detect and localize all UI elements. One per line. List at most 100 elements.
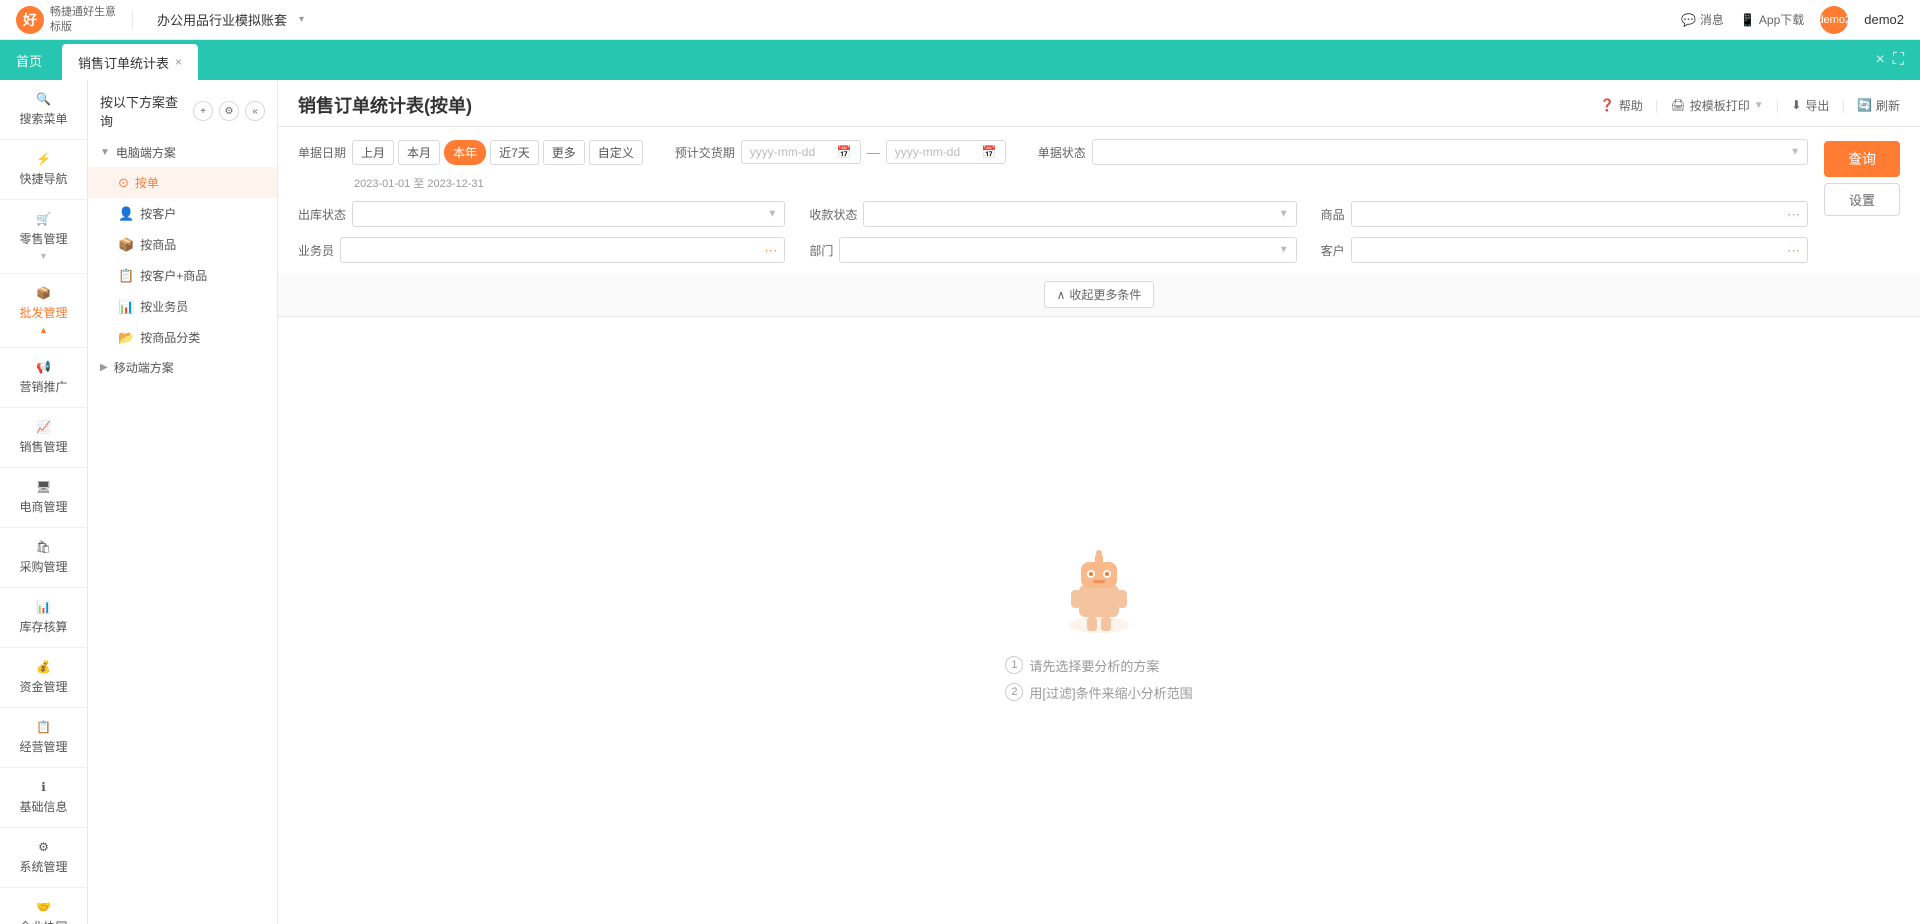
department-select[interactable] [839,237,1296,263]
sales-icon: 📈 [36,420,51,434]
settings-button[interactable]: 设置 [1824,183,1900,216]
mobile-scheme-group: ▶ 移动端方案 [88,353,277,382]
app-dropdown-arrow[interactable]: ▾ [299,14,304,25]
marketing-icon: 📢 [36,360,51,374]
tab-minimize-btn[interactable]: × [1875,51,1884,69]
right-content: 销售订单统计表(按单) ❓ 帮助 | 🖨 按模板打印 ▼ | ⬇ [278,80,1920,924]
delivery-date-start-input[interactable]: yyyy-mm-dd 📅 [741,140,861,164]
purchase-icon: 🛍 [36,540,51,554]
sidebar-item-search[interactable]: 🔍 搜索菜单 [0,80,87,140]
top-filter-bar: 单据日期 上月 本月 本年 近7天 更多 自定义 [278,127,1920,273]
bill-status-select[interactable] [1092,139,1808,165]
panel-collapse-btn[interactable]: « [245,101,265,121]
scheme-settings-btn[interactable]: ⚙ [219,101,239,121]
date-btn-custom[interactable]: 自定义 [589,140,643,165]
sidebar-item-sales[interactable]: 📈 销售管理 [0,408,87,468]
sidebar-item-operation[interactable]: 📋 经营管理 [0,708,87,768]
date-btn-last-month[interactable]: 上月 [352,140,394,165]
mobile-scheme-group-header[interactable]: ▶ 移动端方案 [88,353,277,382]
search-icon: 🔍 [36,92,51,106]
add-scheme-btn[interactable]: + [193,101,213,121]
divider [132,10,133,30]
bill-status-label: 单据状态 [1038,144,1086,161]
message-action[interactable]: 💬 消息 [1681,11,1724,28]
scheme-item-by-order[interactable]: ⊙ 按单 [88,167,277,198]
department-group: 部门 ▼ [809,237,1296,263]
top-bar-right: 💬 消息 📱 App下载 demo2 demo2 [1681,6,1904,34]
date-btn-this-year[interactable]: 本年 [444,140,486,165]
scheme-item-by-customer[interactable]: 👤 按客户 [88,198,277,229]
scheme-item-by-customer-product[interactable]: 📋 按客户+商品 [88,260,277,291]
date-dash: — [867,145,880,160]
sidebar-item-ecommerce[interactable]: 🖥 电商管理 [0,468,87,528]
delivery-status-select[interactable] [352,201,785,227]
ecommerce-icon: 🖥 [36,480,51,494]
app-download-action[interactable]: 📱 App下载 [1740,11,1804,28]
mobile-group-arrow-icon: ▶ [100,362,108,373]
sidebar-item-marketing[interactable]: 📢 营销推广 [0,348,87,408]
empty-tip-2: 2 用[过滤]条件来缩小分析范围 [1005,683,1192,702]
sidebar-item-inventory[interactable]: 📊 库存核算 [0,588,87,648]
finance-icon: 💰 [36,660,51,674]
content-area: 按以下方案查询 + ⚙ « ▼ 电脑端方案 ⊙ 按单 👤 按客户 [88,80,1920,924]
collapse-area: ∧ 收起更多条件 [278,273,1920,317]
customer-label: 客户 [1321,242,1345,259]
mobile-icon: 📱 [1740,13,1755,27]
salesperson-input[interactable] [340,237,785,263]
print-dropdown-icon: ▼ [1754,100,1764,111]
customer-ellipsis-icon[interactable]: ··· [1787,243,1800,258]
scheme-item-by-salesperson[interactable]: 📊 按业务员 [88,291,277,322]
sidebar-item-retail[interactable]: 🛒 零售管理 ▼ [0,200,87,274]
export-action[interactable]: ⬇ 导出 [1791,97,1829,114]
sidebar-item-wholesale[interactable]: 📦 批发管理 ▲ [0,274,87,348]
tab-close-icon[interactable]: × [175,55,182,69]
sidebar-item-basic[interactable]: ℹ 基础信息 [0,768,87,828]
sidebar-item-finance[interactable]: 💰 资金管理 [0,648,87,708]
top-bar: 好 畅捷通好生意 标版 办公用品行业模拟账套 ▾ 💬 消息 📱 App下载 de… [0,0,1920,40]
tab-home[interactable]: 首页 [0,40,58,80]
refresh-action[interactable]: 🔄 刷新 [1857,97,1900,114]
print-action[interactable]: 🖨 按模板打印 ▼ [1671,97,1764,114]
pc-scheme-group-header[interactable]: ▼ 电脑端方案 [88,138,277,167]
sidebar-item-enterprise[interactable]: 🤝 企业协同 [0,888,87,924]
date-btn-last-7days[interactable]: 近7天 [490,140,539,165]
product-group: 商品 ··· [1321,201,1808,227]
customer-input-wrap: ··· [1351,237,1808,263]
print-icon: 🖨 [1671,98,1686,112]
salesperson-group: 业务员 ··· [298,237,785,263]
avatar[interactable]: demo2 [1820,6,1848,34]
bill-status-select-wrap: ▼ [1092,139,1808,165]
product-ellipsis-icon[interactable]: ··· [1787,207,1800,222]
left-filters: 单据日期 上月 本月 本年 近7天 更多 自定义 [298,139,1808,273]
date-btn-this-month[interactable]: 本月 [398,140,440,165]
salesperson-input-wrap: ··· [340,237,785,263]
query-button[interactable]: 查询 [1824,141,1900,177]
quick-nav-icon: ⚡ [36,152,51,166]
customer-input[interactable] [1351,237,1808,263]
help-action[interactable]: ❓ 帮助 [1600,97,1643,114]
sidebar-item-system[interactable]: ⚙ 系统管理 [0,828,87,888]
app-title: 办公用品行业模拟账套 [157,10,287,29]
filter-row-3: 业务员 ··· 部门 [298,237,1808,263]
department-label: 部门 [809,242,833,259]
sidebar: 🔍 搜索菜单 ⚡ 快捷导航 🛒 零售管理 ▼ 📦 批发管理 ▲ 📢 营销推广 📈… [0,80,88,924]
product-input[interactable] [1351,201,1808,227]
empty-state: 1 请先选择要分析的方案 2 用[过滤]条件来缩小分析范围 [278,317,1920,924]
sidebar-item-purchase[interactable]: 🛍 采购管理 [0,528,87,588]
receipt-status-select[interactable] [863,201,1296,227]
salesperson-ellipsis-icon[interactable]: ··· [764,243,777,258]
delivery-date-label: 预计交货期 [675,144,735,161]
scheme-item-by-product-category[interactable]: 📂 按商品分类 [88,322,277,353]
by-order-icon: ⊙ [118,175,129,191]
date-btn-more[interactable]: 更多 [543,140,585,165]
scheme-item-by-product[interactable]: 📦 按商品 [88,229,277,260]
tab-active[interactable]: 销售订单统计表 × [62,44,198,80]
main-layout: 🔍 搜索菜单 ⚡ 快捷导航 🛒 零售管理 ▼ 📦 批发管理 ▲ 📢 营销推广 📈… [0,80,1920,924]
date-label: 单据日期 [298,144,346,161]
sidebar-item-quick-nav[interactable]: ⚡ 快捷导航 [0,140,87,200]
tab-maximize-btn[interactable]: ⛶ [1893,51,1904,69]
left-panel: 按以下方案查询 + ⚙ « ▼ 电脑端方案 ⊙ 按单 👤 按客户 [88,80,278,924]
collapse-btn[interactable]: ∧ 收起更多条件 [1044,281,1155,308]
delivery-date-end-input[interactable]: yyyy-mm-dd 📅 [886,140,1006,164]
wholesale-arrow-icon: ▲ [39,325,48,335]
